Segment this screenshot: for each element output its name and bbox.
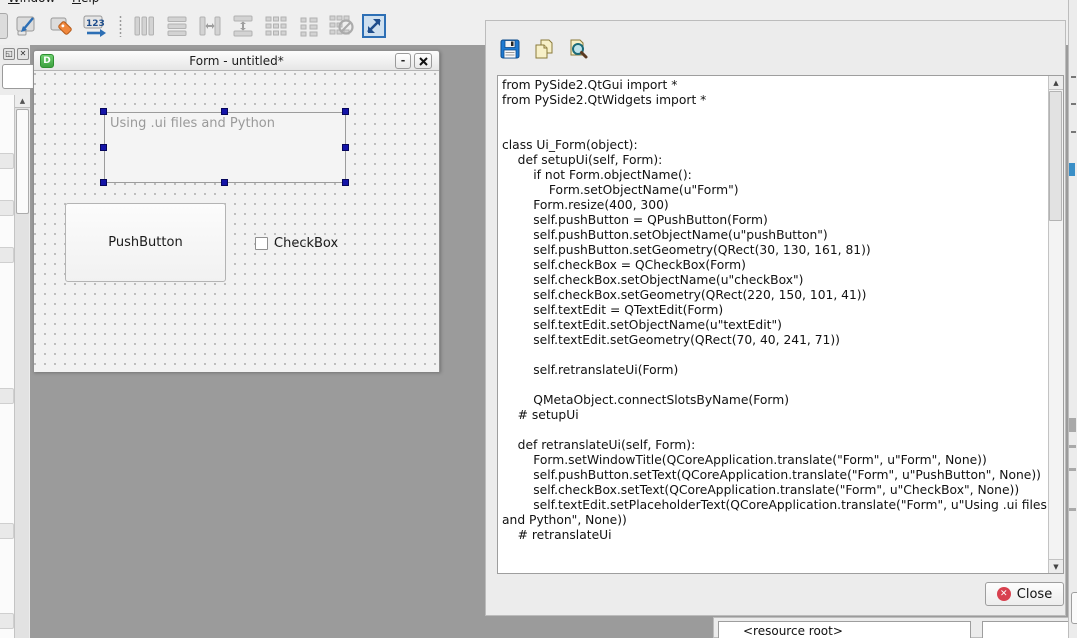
- resource-detail-box[interactable]: [982, 621, 1077, 638]
- widget-filter-input[interactable]: [2, 64, 36, 89]
- widget-list[interactable]: [0, 95, 14, 638]
- selection-handle[interactable]: [221, 108, 228, 115]
- property-panel-strip: [1068, 0, 1077, 638]
- tree-fragment: [1071, 76, 1076, 78]
- tree-fragment: [1069, 445, 1076, 448]
- scroll-up-icon[interactable]: ▲: [1049, 76, 1063, 90]
- break-layout-icon: [329, 13, 355, 39]
- layout-splitter-vertical-icon: [230, 13, 256, 39]
- close-window-button[interactable]: [414, 53, 432, 69]
- save-icon[interactable]: [498, 37, 522, 61]
- code-editor[interactable]: from PySide2.QtGui import * from PySide2…: [497, 75, 1064, 574]
- edit-buddies-icon[interactable]: [49, 13, 75, 39]
- button-fragment: [1071, 592, 1077, 624]
- checkbox-indicator[interactable]: [255, 237, 268, 250]
- dock-float-icon[interactable]: ◱: [3, 48, 15, 60]
- list-item[interactable]: [0, 247, 14, 263]
- tree-fragment: [1071, 103, 1076, 105]
- menu-window[interactable]: Window: [8, 0, 55, 5]
- code-preview-dialog: from PySide2.QtGui import * from PySide2…: [485, 20, 1066, 616]
- resource-browser-panel: <resource root>: [713, 617, 1077, 638]
- code-text: from PySide2.QtGui import * from PySide2…: [502, 78, 1047, 543]
- close-button[interactable]: ✕ Close: [985, 582, 1064, 606]
- form-window-title: Form - untitled*: [34, 54, 439, 68]
- list-item[interactable]: [0, 200, 14, 216]
- scrollbar-thumb[interactable]: [16, 109, 29, 214]
- checkbox-widget[interactable]: CheckBox: [255, 223, 356, 264]
- resource-root-item[interactable]: <resource root>: [743, 624, 843, 638]
- layout-splitter-horizontal-icon: [197, 13, 223, 39]
- selection-handle[interactable]: [100, 144, 107, 151]
- edit-widgets-icon[interactable]: [0, 13, 8, 39]
- form-canvas[interactable]: Using .ui files and Python PushButton Ch…: [34, 72, 439, 372]
- close-button-label: Close: [1017, 587, 1052, 602]
- textedit-placeholder: Using .ui files and Python: [110, 116, 275, 131]
- svg-text:123: 123: [86, 19, 105, 29]
- layout-grid-icon: [263, 13, 289, 39]
- layout-horizontally-icon: [131, 13, 157, 39]
- tree-fragment: [1069, 468, 1076, 471]
- menu-help[interactable]: Help: [72, 0, 99, 5]
- form-window: D Form - untitled* - Using .ui files and…: [33, 50, 440, 372]
- tree-fragment: [1069, 508, 1076, 511]
- widget-box-panel: ◱ ✕ ▲: [0, 45, 30, 638]
- toolbar-separator: [119, 15, 122, 37]
- selection-handle[interactable]: [342, 108, 349, 115]
- widget-list-scrollbar[interactable]: ▲: [14, 95, 29, 638]
- close-icon: ✕: [997, 587, 1011, 601]
- layout-vertically-icon: [164, 13, 190, 39]
- list-item[interactable]: [0, 153, 14, 169]
- list-item[interactable]: [0, 613, 14, 629]
- edit-tab-order-icon[interactable]: 123: [83, 13, 109, 39]
- dock-close-icon[interactable]: ✕: [17, 48, 29, 60]
- code-scrollbar[interactable]: ▲ ▼: [1048, 76, 1063, 573]
- minimize-button[interactable]: -: [395, 53, 411, 69]
- list-item[interactable]: [0, 523, 14, 539]
- tree-fragment: [1069, 418, 1076, 432]
- pushbutton-widget[interactable]: PushButton: [65, 203, 226, 282]
- selection-handle[interactable]: [342, 144, 349, 151]
- scrollbar-thumb[interactable]: [1049, 91, 1062, 221]
- edit-signals-slots-icon[interactable]: [14, 13, 40, 39]
- tree-fragment: [1071, 131, 1076, 133]
- resource-tree[interactable]: <resource root>: [718, 621, 971, 638]
- textedit-widget[interactable]: Using .ui files and Python: [104, 112, 346, 183]
- adjust-size-icon[interactable]: [361, 13, 387, 39]
- scroll-down-icon[interactable]: ▼: [1049, 559, 1063, 573]
- checkbox-label: CheckBox: [274, 236, 338, 251]
- scroll-up-icon[interactable]: ▲: [15, 95, 30, 108]
- code-dialog-toolbar: [498, 37, 590, 63]
- pushbutton-label: PushButton: [108, 235, 182, 250]
- copy-icon[interactable]: [532, 37, 556, 61]
- selected-row-fragment: [1069, 163, 1075, 176]
- selection-handle[interactable]: [221, 179, 228, 186]
- find-icon[interactable]: [566, 37, 590, 61]
- form-titlebar[interactable]: D Form - untitled* -: [34, 51, 439, 71]
- layout-form-icon: [296, 13, 322, 39]
- selection-handle[interactable]: [342, 179, 349, 186]
- list-item[interactable]: [0, 388, 14, 404]
- selection-handle[interactable]: [100, 108, 107, 115]
- selection-handle[interactable]: [100, 179, 107, 186]
